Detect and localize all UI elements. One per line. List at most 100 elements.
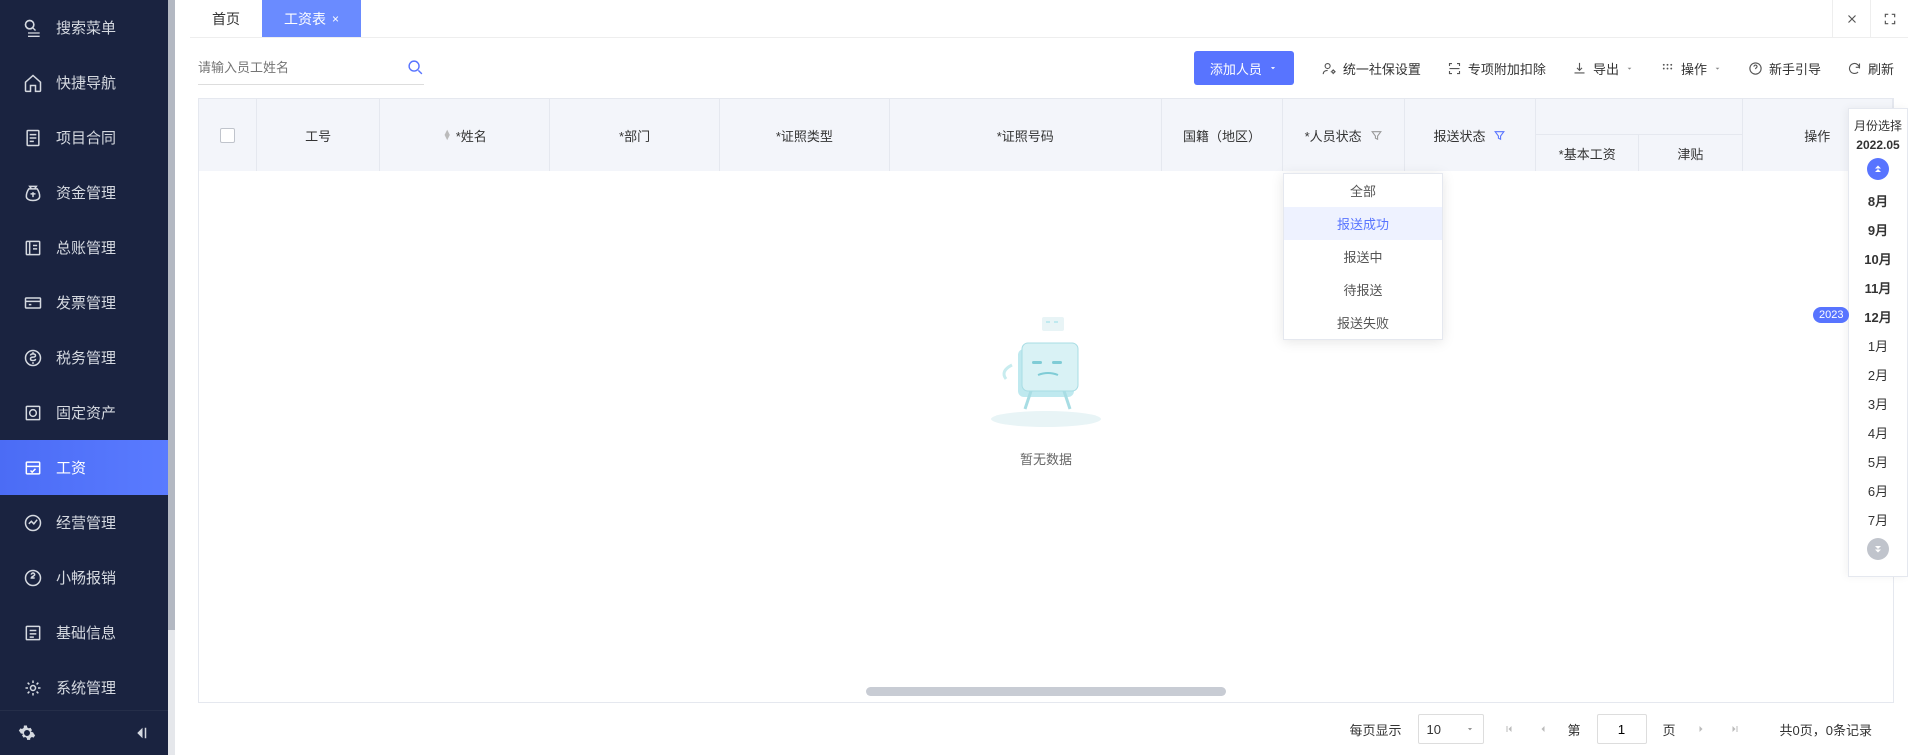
month-option[interactable]: 4月	[1849, 418, 1907, 447]
invoice-icon	[22, 292, 44, 314]
toolbar-action-help[interactable]: 新手引导	[1748, 59, 1821, 78]
column-label: *姓名	[456, 126, 487, 145]
month-option[interactable]: 6月	[1849, 476, 1907, 505]
column-header	[199, 99, 257, 171]
per-page-select[interactable]: 10	[1418, 714, 1484, 744]
column-header[interactable]: 报送状态	[1405, 99, 1536, 171]
year-badge: 2023	[1813, 307, 1849, 323]
filter-option[interactable]: 报送失败	[1284, 306, 1442, 339]
table: 工号▲▼*姓名*部门*证照类型*证照号码国籍（地区）*人员状态报送状态*基本工资…	[198, 98, 1894, 703]
page-first-button[interactable]	[1500, 720, 1518, 738]
page-last-button[interactable]	[1726, 720, 1744, 738]
month-panel-year: 2022.05	[1849, 138, 1907, 158]
sidebar-item-label: 系统管理	[56, 677, 116, 698]
filter-dropdown: 全部报送成功报送中待报送报送失败	[1283, 173, 1443, 340]
select-all-checkbox[interactable]	[220, 128, 235, 143]
sidebar-item-home[interactable]: 快捷导航	[0, 55, 168, 110]
empty-illustration	[976, 299, 1116, 429]
tab-close-icon[interactable]: ×	[332, 12, 339, 26]
sidebar-scrollbar[interactable]	[168, 0, 175, 755]
sidebar-item-ledger[interactable]: 总账管理	[0, 220, 168, 275]
filter-option[interactable]: 全部	[1284, 174, 1442, 207]
page-input[interactable]	[1597, 714, 1647, 744]
sidebar-item-doc[interactable]: 项目合同	[0, 110, 168, 165]
sidebar-item-expense[interactable]: 小畅报销	[0, 550, 168, 605]
sidebar-item-info[interactable]: 基础信息	[0, 605, 168, 660]
month-option[interactable]: 8月	[1849, 186, 1907, 215]
sidebar-item-label: 固定资产	[56, 402, 116, 423]
sidebar-item-asset[interactable]: 固定资产	[0, 385, 168, 440]
sidebar-item-system[interactable]: 系统管理	[0, 660, 168, 710]
tab-1[interactable]: 工资表 ×	[262, 0, 361, 37]
help-icon	[1748, 61, 1763, 76]
horizontal-scrollbar[interactable]	[866, 687, 1226, 696]
export-icon	[1572, 61, 1587, 76]
sidebar-item-label: 总账管理	[56, 237, 116, 258]
filter-option[interactable]: 报送成功	[1284, 207, 1442, 240]
column-label: *人员状态	[1305, 126, 1362, 145]
filter-option[interactable]: 待报送	[1284, 273, 1442, 306]
month-option[interactable]: 2月	[1849, 360, 1907, 389]
filter-option[interactable]: 报送中	[1284, 240, 1442, 273]
toolbar-action-export[interactable]: 导出	[1572, 59, 1634, 78]
month-option[interactable]: 12月	[1849, 302, 1907, 331]
page-next-button[interactable]	[1692, 720, 1710, 738]
sidebar-item-money-bag[interactable]: 资金管理	[0, 165, 168, 220]
column-header[interactable]: *人员状态	[1283, 99, 1405, 171]
search-input[interactable]	[198, 52, 406, 84]
sidebar-item-tax[interactable]: 税务管理	[0, 330, 168, 385]
toolbar-action-label: 新手引导	[1769, 59, 1821, 78]
page-summary: 共0页，0条记录	[1780, 720, 1872, 739]
sidebar-footer	[0, 710, 168, 755]
page-prev-button[interactable]	[1534, 720, 1552, 738]
sidebar-item-label: 工资	[56, 457, 86, 478]
column-label: 国籍（地区）	[1183, 126, 1261, 145]
toolbar-action-user-gear[interactable]: 统一社保设置	[1322, 59, 1421, 78]
add-person-button[interactable]: 添加人员	[1194, 51, 1294, 85]
sidebar-item-label: 小畅报销	[56, 567, 116, 588]
sidebar-item-search-list[interactable]: 搜索菜单	[0, 0, 168, 55]
chevron-down-icon	[1625, 64, 1634, 73]
column-label: *证照类型	[776, 126, 833, 145]
sort-icon[interactable]: ▲▼	[443, 130, 452, 140]
month-option[interactable]: 9月	[1849, 215, 1907, 244]
home-icon	[22, 72, 44, 94]
filter-icon[interactable]	[1370, 129, 1383, 142]
settings-icon[interactable]	[18, 724, 36, 742]
sidebar-item-biz[interactable]: 经营管理	[0, 495, 168, 550]
column-header: *证照号码	[890, 99, 1162, 171]
sidebar-item-salary[interactable]: 工资	[0, 440, 168, 495]
month-scroll-up-button[interactable]	[1867, 158, 1889, 180]
column-header: 国籍（地区）	[1162, 99, 1284, 171]
toolbar-action-scan[interactable]: 专项附加扣除	[1447, 59, 1546, 78]
toolbar-action-refresh[interactable]: 刷新	[1847, 59, 1894, 78]
column-header[interactable]: ▲▼ *姓名	[380, 99, 550, 171]
money-bag-icon	[22, 182, 44, 204]
month-option[interactable]: 1月	[1849, 331, 1907, 360]
month-option[interactable]: 11月	[1849, 273, 1907, 302]
sidebar-item-label: 搜索菜单	[56, 17, 116, 38]
collapse-icon[interactable]	[132, 724, 150, 742]
toolbar-action-grid[interactable]: 操作	[1660, 59, 1722, 78]
month-scroll-down-button[interactable]	[1867, 538, 1889, 560]
sidebar-item-label: 快捷导航	[56, 72, 116, 93]
toolbar-action-label: 专项附加扣除	[1468, 59, 1546, 78]
fullscreen-button[interactable]	[1870, 0, 1908, 38]
month-option[interactable]: 10月	[1849, 244, 1907, 273]
month-option[interactable]: 5月	[1849, 447, 1907, 476]
month-option[interactable]: 7月	[1849, 505, 1907, 534]
user-gear-icon	[1322, 61, 1337, 76]
search-field-wrap	[198, 51, 424, 85]
column-sub-header: 津贴	[1639, 135, 1741, 171]
tab-close-all-button[interactable]	[1832, 0, 1870, 38]
toolbar-action-label: 刷新	[1868, 59, 1894, 78]
salary-icon	[22, 457, 44, 479]
column-header: *部门	[550, 99, 720, 171]
month-option[interactable]: 3月	[1849, 389, 1907, 418]
chevron-down-icon	[1713, 64, 1722, 73]
sidebar-item-invoice[interactable]: 发票管理	[0, 275, 168, 330]
search-icon[interactable]	[406, 59, 424, 77]
filter-icon[interactable]	[1493, 129, 1506, 142]
tab-label: 工资表	[284, 9, 326, 29]
tab-0[interactable]: 首页	[190, 0, 262, 37]
